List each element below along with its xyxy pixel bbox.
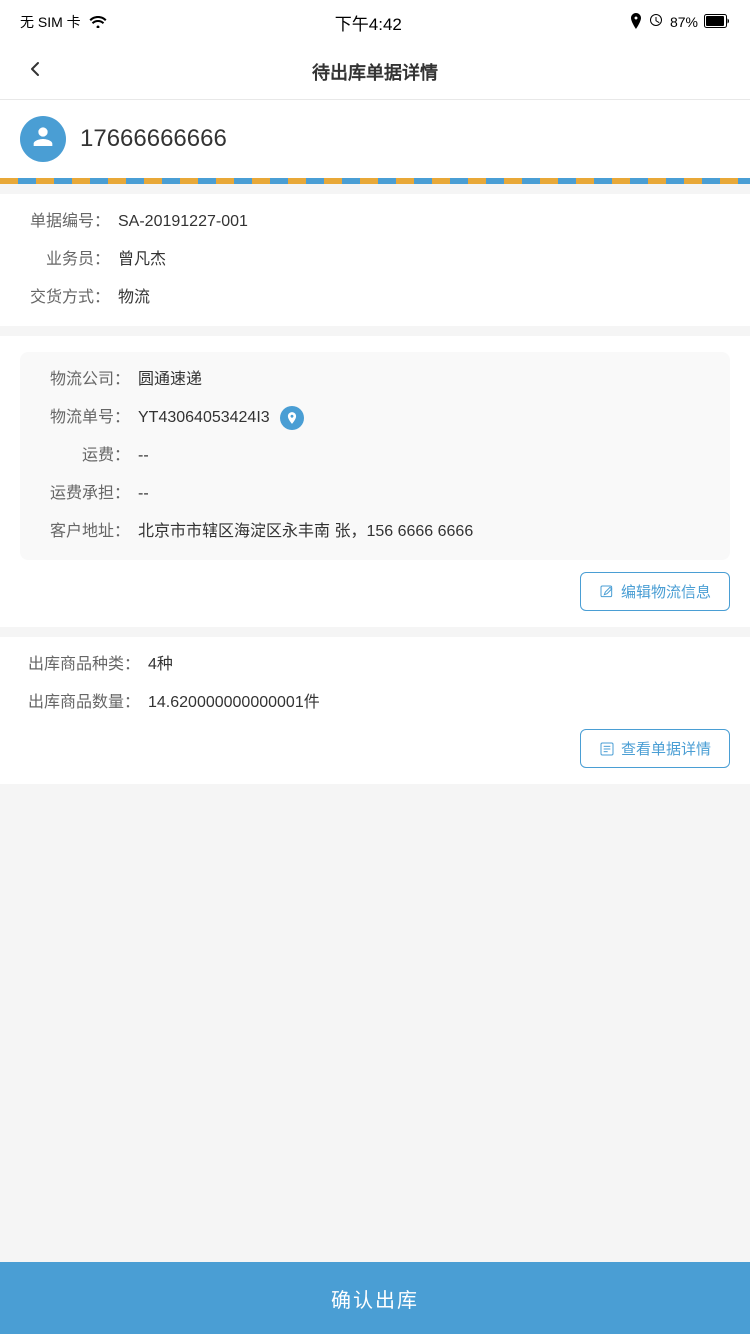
basic-info-section: 单据编号： SA-20191227-001 业务员： 曾凡杰 交货方式： 物流 [0, 194, 750, 326]
delivery-method-row: 交货方式： 物流 [20, 286, 730, 310]
track-location-button[interactable] [280, 406, 304, 430]
sales-person-row: 业务员： 曾凡杰 [20, 248, 730, 272]
avatar [20, 116, 66, 162]
freight-label: 运费： [40, 444, 130, 468]
status-right: 87% [630, 13, 730, 32]
freight-bear-row: 运费承担： -- [40, 482, 710, 506]
freight-bear-label: 运费承担： [40, 482, 130, 506]
alarm-status-icon [648, 13, 664, 32]
freight-bear-value: -- [138, 482, 710, 506]
edit-logistics-btn-container: 编辑物流信息 [20, 572, 730, 611]
address-row: 客户地址： 北京市市辖区海淀区永丰南 张，156 6666 6666 [40, 520, 710, 544]
confirm-outbound-button[interactable]: 确认出库 [0, 1262, 750, 1334]
goods-types-value: 4种 [148, 653, 730, 677]
customer-phone: 17666666666 [80, 125, 227, 153]
confirm-outbound-label: 确认出库 [331, 1284, 419, 1313]
battery-percent: 87% [670, 14, 698, 30]
logistics-company-row: 物流公司： 圆通速递 [40, 368, 710, 392]
tracking-number-value-container: YT43064053424I3 [138, 406, 710, 430]
address-value: 北京市市辖区海淀区永丰南 张，156 6666 6666 [138, 520, 710, 544]
freight-row: 运费： -- [40, 444, 710, 468]
status-left: 无 SIM 卡 [20, 12, 107, 32]
nav-bar: 待出库单据详情 [0, 44, 750, 100]
back-button[interactable] [16, 50, 54, 94]
wifi-icon [89, 14, 107, 31]
list-icon [599, 741, 615, 757]
status-bar: 无 SIM 卡 下午4:42 87% [0, 0, 750, 44]
document-number-value: SA-20191227-001 [118, 210, 730, 234]
edit-logistics-label: 编辑物流信息 [621, 581, 711, 602]
goods-section: 出库商品种类： 4种 出库商品数量： 14.620000000000001件 查… [0, 637, 750, 784]
view-detail-btn-container: 查看单据详情 [20, 729, 730, 768]
freight-value: -- [138, 444, 710, 468]
logistics-card: 物流公司： 圆通速递 物流单号： YT43064053424I3 运费： -- … [20, 352, 730, 560]
delivery-method-label: 交货方式： [20, 286, 110, 310]
document-number-label: 单据编号： [20, 210, 110, 234]
logistics-section: 物流公司： 圆通速递 物流单号： YT43064053424I3 运费： -- … [0, 336, 750, 627]
sales-person-label: 业务员： [20, 248, 110, 272]
goods-quantity-value: 14.620000000000001件 [148, 691, 730, 715]
delivery-method-value: 物流 [118, 286, 730, 310]
address-label: 客户地址： [40, 520, 130, 544]
tracking-number-row: 物流单号： YT43064053424I3 [40, 406, 710, 430]
battery-icon [704, 14, 730, 31]
dashed-divider [0, 178, 750, 184]
goods-quantity-row: 出库商品数量： 14.620000000000001件 [20, 691, 730, 715]
edit-logistics-button[interactable]: 编辑物流信息 [580, 572, 730, 611]
document-number-row: 单据编号： SA-20191227-001 [20, 210, 730, 234]
goods-types-label: 出库商品种类： [20, 653, 140, 677]
tracking-number-value: YT43064053424I3 [138, 406, 270, 430]
status-time: 下午4:42 [335, 10, 402, 35]
logistics-company-value: 圆通速递 [138, 368, 710, 392]
goods-types-row: 出库商品种类： 4种 [20, 653, 730, 677]
tracking-number-label: 物流单号： [40, 406, 130, 430]
sim-status: 无 SIM 卡 [20, 12, 81, 32]
goods-quantity-label: 出库商品数量： [20, 691, 140, 715]
view-detail-button[interactable]: 查看单据详情 [580, 729, 730, 768]
page-title: 待出库单据详情 [312, 59, 438, 85]
view-detail-label: 查看单据详情 [621, 738, 711, 759]
sales-person-value: 曾凡杰 [118, 248, 730, 272]
customer-header: 17666666666 [0, 100, 750, 178]
location-status-icon [630, 13, 642, 32]
edit-icon [599, 584, 615, 600]
logistics-company-label: 物流公司： [40, 368, 130, 392]
gray-spacer [0, 784, 750, 1262]
